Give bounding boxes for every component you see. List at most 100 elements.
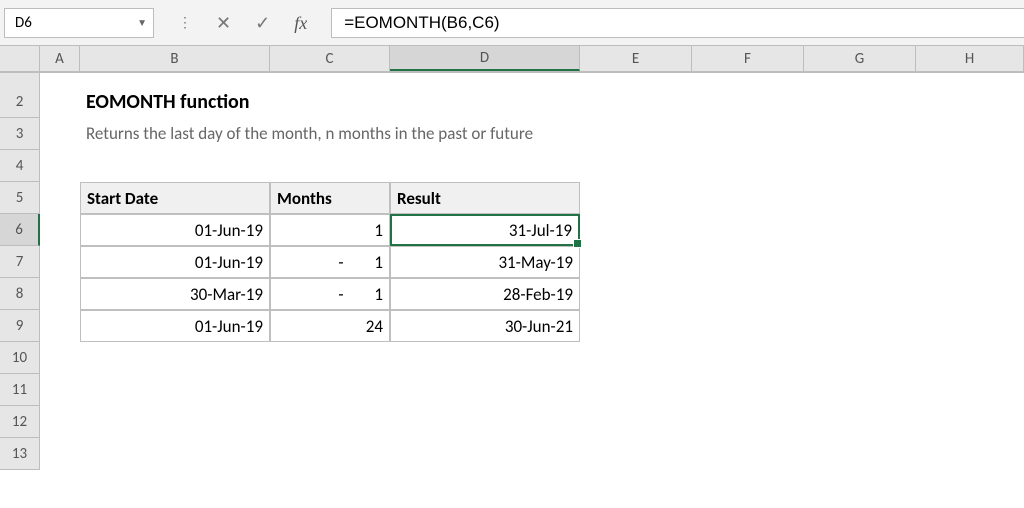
cell-d9[interactable]: 30-Jun-21 (390, 310, 580, 342)
cell-f12[interactable] (692, 406, 804, 438)
formula-input[interactable] (331, 8, 1024, 38)
cell-c10[interactable] (270, 342, 390, 374)
row-header-3[interactable]: 3 (0, 118, 40, 150)
cell-h7[interactable] (916, 246, 1024, 278)
name-box-dropdown-icon[interactable]: ▼ (137, 16, 147, 29)
col-header-f[interactable]: F (692, 46, 804, 71)
col-header-b[interactable]: B (80, 46, 270, 71)
cell-c7[interactable]: - 1 (270, 246, 390, 278)
cell-f7[interactable] (692, 246, 804, 278)
row-header-7[interactable]: 7 (0, 246, 40, 278)
cell-c11[interactable] (270, 374, 390, 406)
fx-icon[interactable]: fx (294, 14, 307, 32)
cell-g6[interactable] (804, 214, 916, 246)
cell-g10[interactable] (804, 342, 916, 374)
cancel-icon[interactable]: ✕ (216, 14, 231, 32)
cell-a13[interactable] (40, 438, 80, 470)
cell-a7[interactable] (40, 246, 80, 278)
cell-d5[interactable]: Result (390, 182, 580, 214)
cell-h3[interactable] (916, 118, 1024, 150)
cell-a8[interactable] (40, 278, 80, 310)
cell-h2[interactable] (916, 86, 1024, 118)
cell-c9[interactable]: 24 (270, 310, 390, 342)
select-all-corner[interactable] (0, 46, 40, 71)
row-header-13[interactable]: 13 (0, 438, 40, 470)
cell-c2[interactable] (270, 86, 390, 118)
cell-h9[interactable] (916, 310, 1024, 342)
cell-g2[interactable] (804, 86, 916, 118)
cell-d4[interactable] (390, 150, 580, 182)
cell-g12[interactable] (804, 406, 916, 438)
cell-d6[interactable]: 31-Jul-19 (390, 214, 580, 246)
cell-e5[interactable] (580, 182, 692, 214)
cell-e8[interactable] (580, 278, 692, 310)
cell-e9[interactable] (580, 310, 692, 342)
row-header-2[interactable]: 2 (0, 86, 40, 118)
cell-e3[interactable] (580, 118, 692, 150)
col-header-a[interactable]: A (40, 46, 80, 71)
cell-d3[interactable] (390, 118, 580, 150)
cell-c5[interactable]: Months (270, 182, 390, 214)
cell-e13[interactable] (580, 438, 692, 470)
cell-c12[interactable] (270, 406, 390, 438)
cell-f10[interactable] (692, 342, 804, 374)
col-header-c[interactable]: C (270, 46, 390, 71)
col-header-d[interactable]: D (390, 46, 580, 71)
enter-icon[interactable]: ✓ (255, 14, 270, 32)
cell-f1[interactable] (692, 73, 804, 86)
cell-c1[interactable] (270, 73, 390, 86)
cell-f9[interactable] (692, 310, 804, 342)
cell-e10[interactable] (580, 342, 692, 374)
cell-g4[interactable] (804, 150, 916, 182)
cell-b3[interactable]: Returns the last day of the month, n mon… (80, 118, 270, 150)
cell-h8[interactable] (916, 278, 1024, 310)
cell-g8[interactable] (804, 278, 916, 310)
cell-h10[interactable] (916, 342, 1024, 374)
cell-b11[interactable] (80, 374, 270, 406)
cell-f2[interactable] (692, 86, 804, 118)
options-icon[interactable]: ⋮ (178, 16, 192, 30)
cell-d8[interactable]: 28-Feb-19 (390, 278, 580, 310)
cell-d2[interactable] (390, 86, 580, 118)
cell-d7[interactable]: 31-May-19 (390, 246, 580, 278)
cell-b10[interactable] (80, 342, 270, 374)
cell-e2[interactable] (580, 86, 692, 118)
cell-a5[interactable] (40, 182, 80, 214)
cell-h4[interactable] (916, 150, 1024, 182)
cell-h6[interactable] (916, 214, 1024, 246)
row-header-6[interactable]: 6 (0, 214, 40, 246)
cell-d12[interactable] (390, 406, 580, 438)
row-header-10[interactable]: 10 (0, 342, 40, 374)
cell-e7[interactable] (580, 246, 692, 278)
cell-g5[interactable] (804, 182, 916, 214)
cell-b2[interactable]: EOMONTH function (80, 86, 270, 118)
cell-e11[interactable] (580, 374, 692, 406)
cell-b1[interactable] (80, 73, 270, 86)
cell-f13[interactable] (692, 438, 804, 470)
col-header-g[interactable]: G (804, 46, 916, 71)
cell-f4[interactable] (692, 150, 804, 182)
cell-b12[interactable] (80, 406, 270, 438)
name-box[interactable]: D6 ▼ (4, 8, 154, 38)
row-header-5[interactable]: 5 (0, 182, 40, 214)
cell-h11[interactable] (916, 374, 1024, 406)
cell-g1[interactable] (804, 73, 916, 86)
row-header-4[interactable]: 4 (0, 150, 40, 182)
cell-c3[interactable] (270, 118, 390, 150)
cell-d11[interactable] (390, 374, 580, 406)
cell-g3[interactable] (804, 118, 916, 150)
cell-g7[interactable] (804, 246, 916, 278)
cell-a4[interactable] (40, 150, 80, 182)
cell-a3[interactable] (40, 118, 80, 150)
cell-b13[interactable] (80, 438, 270, 470)
row-header-12[interactable]: 12 (0, 406, 40, 438)
cell-f3[interactable] (692, 118, 804, 150)
cell-c13[interactable] (270, 438, 390, 470)
cell-a9[interactable] (40, 310, 80, 342)
cell-a10[interactable] (40, 342, 80, 374)
cell-h1[interactable] (916, 73, 1024, 86)
cell-d10[interactable] (390, 342, 580, 374)
cell-b5[interactable]: Start Date (80, 182, 270, 214)
cell-f8[interactable] (692, 278, 804, 310)
cell-b6[interactable]: 01-Jun-19 (80, 214, 270, 246)
